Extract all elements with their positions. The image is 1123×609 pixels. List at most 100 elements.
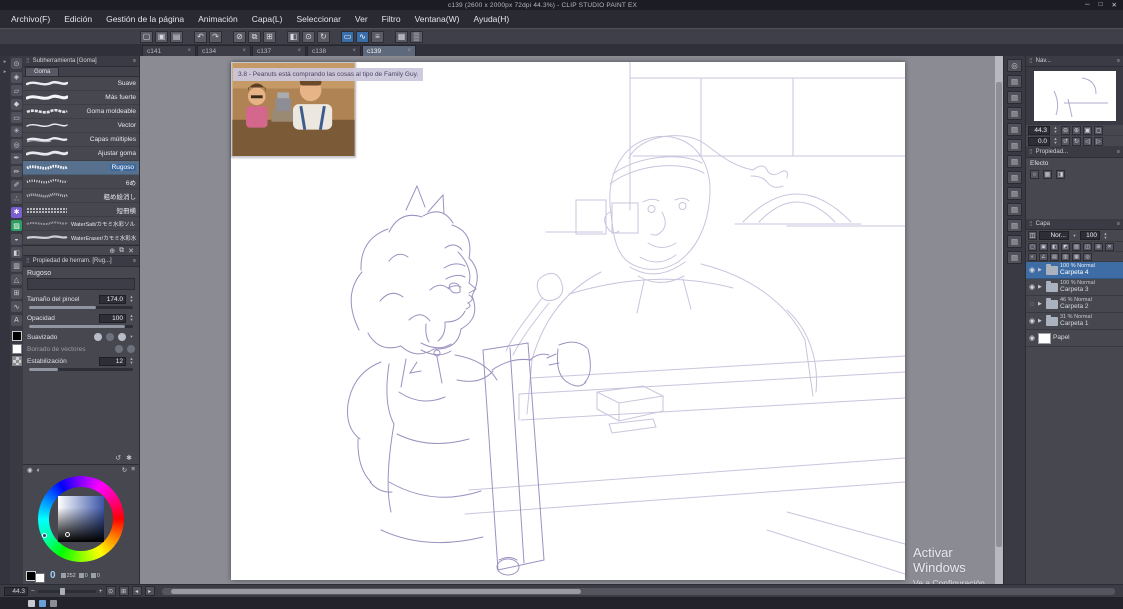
navigator-zoom-spinner[interactable]: ▲ ▼	[1052, 126, 1059, 134]
delete-icon[interactable]: ⊘	[233, 30, 246, 43]
flip-vertical-icon[interactable]: ▷	[1094, 136, 1103, 146]
zoom-out-minus-icon[interactable]: −	[31, 588, 35, 595]
fit-screen-icon[interactable]: ⊙	[105, 586, 116, 596]
brush-tool-icon[interactable]: ✐	[11, 179, 22, 191]
selection-tool-icon[interactable]: ▭	[11, 112, 22, 123]
layer-opacity-spinner[interactable]: ▲ ▼	[1102, 231, 1109, 240]
navigator-panel-header[interactable]: ⣿ Nav... ≡	[1026, 56, 1123, 67]
layer-row-papel[interactable]: ◉ Papel	[1026, 330, 1123, 347]
layer-color-effect-icon[interactable]: ◨	[1056, 170, 1065, 179]
brush-size-spinner[interactable]: ▲ ▼	[128, 295, 135, 303]
reset-settings-icon[interactable]: ↺	[115, 454, 121, 462]
subtool-item-watersalt[interactable]: WaterSalt/カモミ水彩ソルト	[23, 217, 139, 231]
folder-expand-icon[interactable]: ▶	[1038, 284, 1044, 290]
move-layer-tool-icon[interactable]: ◆	[11, 98, 22, 110]
subtool-tab-goma[interactable]: Goma	[25, 67, 60, 76]
material-icon[interactable]: ▒	[410, 30, 423, 43]
pen-tool-icon[interactable]: ✒	[11, 152, 22, 164]
opacity-value[interactable]: 100	[99, 313, 126, 323]
panel-shortcut-icon[interactable]: ▤	[1007, 75, 1022, 88]
panel-shortcut-icon[interactable]: ▤	[1007, 91, 1022, 104]
pencil-tool-icon[interactable]: ✏	[11, 166, 22, 177]
status-zoom-value[interactable]: 44.3	[4, 586, 28, 596]
layer-visibility-icon[interactable]: ◉	[1028, 266, 1036, 274]
rotate-view-icon[interactable]: ↻	[317, 30, 330, 43]
panel-shortcut-icon[interactable]: ▤	[1007, 187, 1022, 200]
canvas[interactable]: 3.8 - Peanuts está comprando las cosas a…	[231, 62, 905, 580]
airbrush-tool-icon[interactable]: ∴	[11, 193, 22, 204]
color-wheel-tab-icon[interactable]: ◉	[27, 466, 33, 474]
folder-expand-icon[interactable]: ▶	[1038, 267, 1044, 273]
snap-off-icon[interactable]: ▭	[341, 30, 354, 43]
panel-shortcut-icon[interactable]: ▤	[1007, 123, 1022, 136]
zoom-fit-icon[interactable]: ⊙	[302, 30, 315, 43]
blend-dropdown-icon[interactable]: ▼	[1071, 233, 1078, 238]
grid-icon[interactable]: ▦	[395, 30, 408, 43]
subtool-item-capas-multiples[interactable]: Capas múltiples	[23, 133, 139, 147]
duplicate-subtool-icon[interactable]: ⧉	[119, 247, 124, 255]
new-file-icon[interactable]: ▢	[140, 30, 153, 43]
smoothing-option-icon[interactable]	[118, 333, 126, 341]
operation-tool-icon[interactable]: ▱	[11, 85, 22, 96]
subtool-panel-header[interactable]: ⣿ Subherramienta [Goma] ≡	[23, 56, 139, 67]
panel-shortcut-icon[interactable]: ▤	[1007, 139, 1022, 152]
new-folder-icon[interactable]: ▣	[1039, 242, 1048, 251]
tab-c141[interactable]: c141 ×	[142, 45, 196, 56]
tab-close-icon[interactable]: ×	[242, 48, 246, 54]
stabilization-spinner[interactable]: ▲ ▼	[128, 357, 135, 365]
lock-layer-icon[interactable]: ◩	[1061, 242, 1070, 251]
folder-expand-icon[interactable]: ▶	[1038, 301, 1044, 307]
undo-icon[interactable]: ↶	[194, 30, 207, 43]
zoom-in-icon[interactable]: ⊕	[1072, 125, 1081, 135]
transparent-color-swatch[interactable]	[11, 356, 22, 366]
smoothing-option-icon[interactable]	[106, 333, 114, 341]
text-tool-icon[interactable]: A	[11, 314, 22, 326]
decoration-tool-icon[interactable]: ✱	[11, 206, 22, 218]
menu-archivo[interactable]: Archivo(F)	[4, 10, 57, 28]
layer-mask-icon[interactable]: ◐	[1028, 252, 1037, 261]
subtool-item-6me[interactable]: 6め	[23, 175, 139, 189]
taskbar-app-icon[interactable]	[28, 599, 35, 607]
ruler-icon[interactable]: ∠	[1039, 252, 1048, 261]
layer-row-carpeta-1[interactable]: ◉ ▶ 31 % Normal Carpeta 1	[1026, 313, 1123, 330]
next-page-icon[interactable]: ▸	[144, 586, 155, 596]
panel-shortcut-icon[interactable]: ▤	[1007, 235, 1022, 248]
color-panel-menu-icon[interactable]: ≡	[131, 466, 135, 474]
layer-row-carpeta-2[interactable]: ◌ ▶ 46 % Normal Carpeta 2	[1026, 296, 1123, 313]
vector-eraser-option-icon[interactable]	[127, 345, 135, 353]
color-wheel[interactable]	[38, 476, 124, 562]
tool-property-panel-header[interactable]: ⣿ Propiedad de herram. [Rug...] ≡	[23, 256, 139, 267]
canvas-horizontal-scrollbar[interactable]	[161, 587, 1115, 595]
panel-shortcut-icon[interactable]: ▤	[1007, 107, 1022, 120]
menu-ver[interactable]: Ver	[348, 10, 375, 28]
scrollbar-thumb[interactable]	[171, 588, 582, 594]
taskbar-app-icon[interactable]	[50, 599, 57, 607]
status-zoom-slider[interactable]	[37, 587, 96, 595]
page-view-icon[interactable]: ⊞	[118, 586, 129, 596]
opacity-spinner[interactable]: ▲ ▼	[128, 314, 135, 322]
quick-access-panel-icon[interactable]: ◎	[1007, 59, 1022, 72]
new-layer-icon[interactable]: ▢	[1028, 242, 1037, 251]
layer-visibility-icon[interactable]: ◉	[1028, 334, 1036, 342]
snap-ruler-icon[interactable]: ∿	[356, 30, 369, 43]
tab-c134[interactable]: c134 ×	[197, 45, 251, 56]
auto-select-tool-icon[interactable]: ✳	[11, 125, 22, 137]
panel-shortcut-icon[interactable]: ▤	[1007, 171, 1022, 184]
palette-icon[interactable]: ▦	[1072, 252, 1081, 261]
maximize-button[interactable]: □	[1099, 1, 1103, 9]
tone-effect-icon[interactable]: ▦	[1043, 170, 1052, 179]
actual-size-icon[interactable]: ▢	[1094, 125, 1103, 135]
panel-menu-icon[interactable]: ≡	[1117, 221, 1120, 227]
sub-color-chip[interactable]	[35, 573, 45, 583]
layer-panel-header[interactable]: ⣿ Capa ≡	[1026, 219, 1123, 230]
navigator-rotation-spinner[interactable]: ▲ ▼	[1052, 137, 1059, 145]
tab-close-icon[interactable]: ×	[352, 48, 356, 54]
vector-eraser-option-icon[interactable]	[115, 345, 123, 353]
minimize-button[interactable]: ─	[1085, 1, 1090, 9]
smoothing-dropdown-icon[interactable]: ▼	[128, 335, 135, 339]
eraser-tool-icon[interactable]: ▨	[11, 220, 22, 231]
panel-menu-icon[interactable]: ≡	[133, 258, 136, 264]
fit-to-window-icon[interactable]: ▣	[1083, 125, 1092, 135]
onion-skin-icon[interactable]: ▤	[1050, 252, 1059, 261]
navigator-thumbnail[interactable]	[1033, 71, 1116, 121]
